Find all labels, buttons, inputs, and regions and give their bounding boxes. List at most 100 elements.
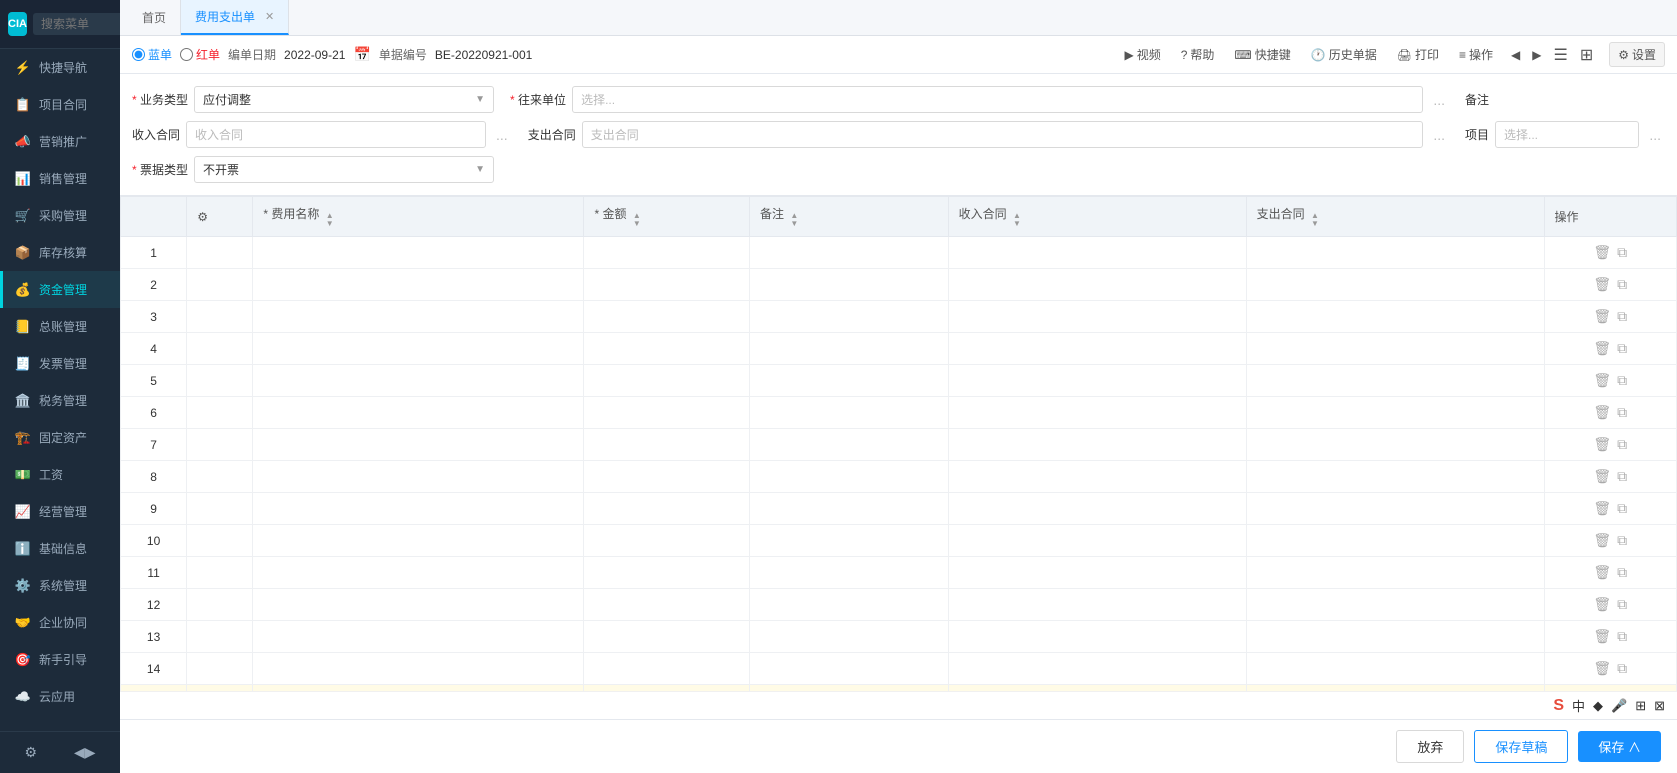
cell-name-8[interactable]	[253, 461, 584, 493]
cell-amount-12[interactable]	[584, 589, 750, 621]
cell-name-11[interactable]	[253, 557, 584, 589]
sidebar-item-ledger[interactable]: 📒总账管理	[0, 308, 120, 345]
settings-icon[interactable]: ⚙	[20, 740, 41, 765]
cell-note-8[interactable]	[750, 461, 949, 493]
cell-name-5[interactable]	[253, 365, 584, 397]
sidebar-item-newbie[interactable]: 🎯新手引导	[0, 641, 120, 678]
cell-amount-13[interactable]	[584, 621, 750, 653]
cell-amount-7[interactable]	[584, 429, 750, 461]
cell-name-12[interactable]	[253, 589, 584, 621]
tab-expense[interactable]: 费用支出单✕	[181, 0, 289, 35]
copy-row-icon-14[interactable]: ⧉	[1617, 660, 1627, 677]
save-draft-button[interactable]: 保存草稿	[1474, 730, 1568, 763]
cell-name-6[interactable]	[253, 397, 584, 429]
sidebar-item-salary[interactable]: 💵工资	[0, 456, 120, 493]
sidebar-item-basic-info[interactable]: ℹ️基础信息	[0, 530, 120, 567]
cell-note-2[interactable]	[750, 269, 949, 301]
col-header-name[interactable]: * 费用名称 ▲ ▼	[253, 197, 584, 237]
copy-row-icon-11[interactable]: ⧉	[1617, 564, 1627, 581]
copy-row-icon-1[interactable]: ⧉	[1617, 244, 1627, 261]
sort-arrows-amount[interactable]: ▲ ▼	[633, 212, 641, 228]
cell-name-1[interactable]	[253, 237, 584, 269]
cell-expense_contract-8[interactable]	[1246, 461, 1544, 493]
cell-expense_contract-11[interactable]	[1246, 557, 1544, 589]
cell-expense_contract-6[interactable]	[1246, 397, 1544, 429]
cell-note-3[interactable]	[750, 301, 949, 333]
sidebar-item-sales[interactable]: 📊销售管理	[0, 160, 120, 197]
cell-note-12[interactable]	[750, 589, 949, 621]
cell-income_contract-14[interactable]	[948, 653, 1246, 685]
cell-name-10[interactable]	[253, 525, 584, 557]
cell-income_contract-1[interactable]	[948, 237, 1246, 269]
delete-row-icon-2[interactable]: 🗑	[1593, 276, 1611, 293]
cell-income_contract-4[interactable]	[948, 333, 1246, 365]
toolbar-history-button[interactable]: 🕐历史单据	[1305, 44, 1383, 65]
sidebar-item-invoice[interactable]: 🧾发票管理	[0, 345, 120, 382]
cell-amount-3[interactable]	[584, 301, 750, 333]
cell-note-5[interactable]	[750, 365, 949, 397]
cell-amount-14[interactable]	[584, 653, 750, 685]
cell-amount-2[interactable]	[584, 269, 750, 301]
copy-row-icon-7[interactable]: ⧉	[1617, 436, 1627, 453]
cell-expense_contract-10[interactable]	[1246, 525, 1544, 557]
copy-row-icon-8[interactable]: ⧉	[1617, 468, 1627, 485]
cell-expense_contract-5[interactable]	[1246, 365, 1544, 397]
cell-income_contract-12[interactable]	[948, 589, 1246, 621]
expense-contract-more-icon[interactable]: ...	[1429, 127, 1449, 143]
toolbar-print-button[interactable]: 🖨打印	[1391, 44, 1445, 65]
cell-expense_contract-4[interactable]	[1246, 333, 1544, 365]
cell-income_contract-7[interactable]	[948, 429, 1246, 461]
delete-row-icon-4[interactable]: 🗑	[1593, 340, 1611, 357]
col-header-income_contract[interactable]: 收入合同 ▲ ▼	[948, 197, 1246, 237]
business-type-select[interactable]: 应付调整 ▼	[194, 86, 494, 113]
toolbar-video-button[interactable]: ▶视频	[1118, 44, 1166, 65]
copy-row-icon-9[interactable]: ⧉	[1617, 500, 1627, 517]
red-bill-radio[interactable]: 红单	[180, 46, 220, 63]
cell-note-11[interactable]	[750, 557, 949, 589]
sort-arrows-income_contract[interactable]: ▲ ▼	[1013, 212, 1021, 228]
expense-contract-input[interactable]: 支出合同	[582, 121, 1424, 148]
income-contract-input[interactable]: 收入合同	[186, 121, 486, 148]
cell-name-13[interactable]	[253, 621, 584, 653]
cell-income_contract-10[interactable]	[948, 525, 1246, 557]
cell-note-9[interactable]	[750, 493, 949, 525]
save-button[interactable]: 保存 ∧	[1578, 731, 1661, 762]
counterpart-input[interactable]: 选择...	[572, 86, 1423, 113]
delete-row-icon-11[interactable]: 🗑	[1593, 564, 1611, 581]
cell-expense_contract-12[interactable]	[1246, 589, 1544, 621]
sidebar-item-inventory[interactable]: 📦库存核算	[0, 234, 120, 271]
cell-note-7[interactable]	[750, 429, 949, 461]
cell-expense_contract-7[interactable]	[1246, 429, 1544, 461]
copy-row-icon-3[interactable]: ⧉	[1617, 308, 1627, 325]
tab-home[interactable]: 首页	[128, 0, 181, 35]
project-input[interactable]: 选择...	[1495, 121, 1639, 148]
copy-row-icon-5[interactable]: ⧉	[1617, 372, 1627, 389]
cell-amount-10[interactable]	[584, 525, 750, 557]
tab-close-expense[interactable]: ✕	[265, 10, 274, 23]
cell-expense_contract-13[interactable]	[1246, 621, 1544, 653]
copy-row-icon-4[interactable]: ⧉	[1617, 340, 1627, 357]
cell-income_contract-11[interactable]	[948, 557, 1246, 589]
invoice-type-select[interactable]: 不开票 ▼	[194, 156, 494, 183]
delete-row-icon-5[interactable]: 🗑	[1593, 372, 1611, 389]
nav-next-icon[interactable]: ▶	[1528, 46, 1545, 64]
cell-amount-6[interactable]	[584, 397, 750, 429]
cell-expense_contract-1[interactable]	[1246, 237, 1544, 269]
delete-row-icon-1[interactable]: 🗑	[1593, 244, 1611, 261]
project-more-icon[interactable]: ...	[1645, 127, 1665, 143]
cell-income_contract-9[interactable]	[948, 493, 1246, 525]
delete-row-icon-3[interactable]: 🗑	[1593, 308, 1611, 325]
sidebar-item-procurement[interactable]: 🛒采购管理	[0, 197, 120, 234]
sidebar-item-quick-nav[interactable]: ⚡快捷导航	[0, 49, 120, 86]
income-contract-more-icon[interactable]: ...	[492, 127, 512, 143]
nav-prev-icon[interactable]: ◀	[1507, 46, 1524, 64]
cell-expense_contract-14[interactable]	[1246, 653, 1544, 685]
copy-row-icon-12[interactable]: ⧉	[1617, 596, 1627, 613]
calendar-icon[interactable]: 📅	[353, 46, 370, 63]
col-header-expense_contract[interactable]: 支出合同 ▲ ▼	[1246, 197, 1544, 237]
cell-note-6[interactable]	[750, 397, 949, 429]
sidebar-item-enterprise[interactable]: 🤝企业协同	[0, 604, 120, 641]
delete-row-icon-14[interactable]: 🗑	[1593, 660, 1611, 677]
cell-expense_contract-9[interactable]	[1246, 493, 1544, 525]
toolbar-shortcut-button[interactable]: ⌨快捷键	[1228, 44, 1296, 65]
